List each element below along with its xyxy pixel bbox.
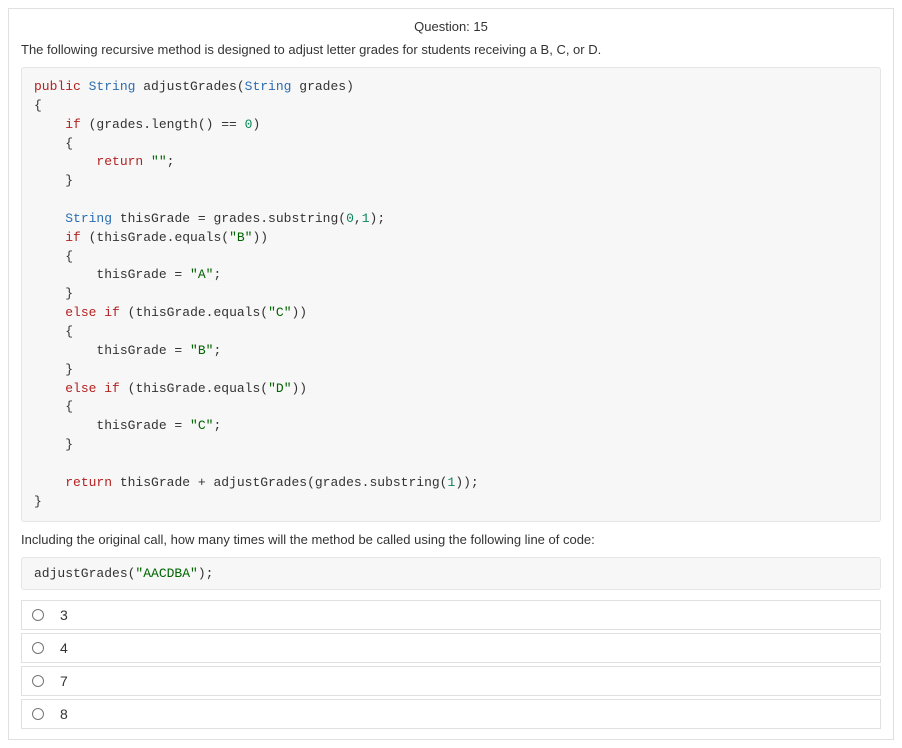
code-text: } [34,362,73,377]
call-code-block: adjustGrades("AACDBA"); [21,557,881,590]
type-string: String [65,211,112,226]
code-text: { [34,249,73,264]
code-text [34,475,65,490]
answer-label: 4 [60,640,68,656]
code-text: (thisGrade.equals( [120,381,268,396]
code-text [143,154,151,169]
question-followup: Including the original call, how many ti… [21,532,881,547]
code-text: )) [292,381,308,396]
code-text: thisGrade = [34,418,190,433]
answer-options: 3 4 7 8 [21,600,881,729]
string-literal: "D" [268,381,291,396]
answer-radio[interactable] [32,642,44,654]
code-text: )) [252,230,268,245]
keyword-else: else [65,305,96,320]
keyword-if: if [65,117,81,132]
string-literal: "AACDBA" [135,566,197,581]
answer-radio[interactable] [32,708,44,720]
type-string: String [245,79,292,94]
code-text: { [34,136,73,151]
question-container: Question: 15 The following recursive met… [8,8,894,740]
string-literal: "C" [190,418,213,433]
answer-option[interactable]: 7 [21,666,881,696]
code-text: grades) [291,79,353,94]
code-text: ) [252,117,260,132]
code-text: { [34,399,73,414]
code-text: adjustGrades( [34,566,135,581]
code-text: thisGrade = [34,343,190,358]
code-text: ; [167,154,175,169]
string-literal: "A" [190,267,213,282]
code-text: thisGrade = grades.substring( [112,211,346,226]
keyword-public: public [34,79,81,94]
keyword-else: else [65,381,96,396]
type-string: String [89,79,136,94]
number-literal: 0 [346,211,354,226]
code-block: public String adjustGrades(String grades… [21,67,881,522]
code-text: { [34,324,73,339]
keyword-if: if [104,381,120,396]
code-text: )); [455,475,478,490]
code-text: (thisGrade.equals( [120,305,268,320]
code-text [34,230,65,245]
keyword-if: if [65,230,81,245]
code-text: thisGrade + adjustGrades(grades.substrin… [112,475,447,490]
answer-radio[interactable] [32,609,44,621]
keyword-return: return [65,475,112,490]
code-text: { [34,98,42,113]
code-text [34,211,65,226]
answer-option[interactable]: 3 [21,600,881,630]
code-text [34,305,65,320]
answer-label: 7 [60,673,68,689]
code-text: } [34,286,73,301]
question-intro: The following recursive method is design… [21,42,881,57]
code-text [34,117,65,132]
code-text: thisGrade = [34,267,190,282]
answer-label: 8 [60,706,68,722]
code-text: (thisGrade.equals( [81,230,229,245]
answer-option[interactable]: 8 [21,699,881,729]
code-text: adjustGrades( [135,79,244,94]
code-text: ; [213,343,221,358]
code-text: (grades.length() == [81,117,245,132]
code-text: ); [198,566,214,581]
code-text: ; [213,267,221,282]
question-header: Question: 15 [21,19,881,34]
code-text: } [34,437,73,452]
number-literal: 1 [362,211,370,226]
code-text: ); [370,211,386,226]
code-text [34,381,65,396]
answer-label: 3 [60,607,68,623]
code-text [34,154,96,169]
code-text: ; [213,418,221,433]
string-literal: "B" [190,343,213,358]
code-text: , [354,211,362,226]
code-text: } [34,494,42,509]
answer-radio[interactable] [32,675,44,687]
code-text: )) [292,305,308,320]
keyword-return: return [96,154,143,169]
string-literal: "C" [268,305,291,320]
string-literal: "B" [229,230,252,245]
code-text: } [34,173,73,188]
string-literal: "" [151,154,167,169]
answer-option[interactable]: 4 [21,633,881,663]
keyword-if: if [104,305,120,320]
